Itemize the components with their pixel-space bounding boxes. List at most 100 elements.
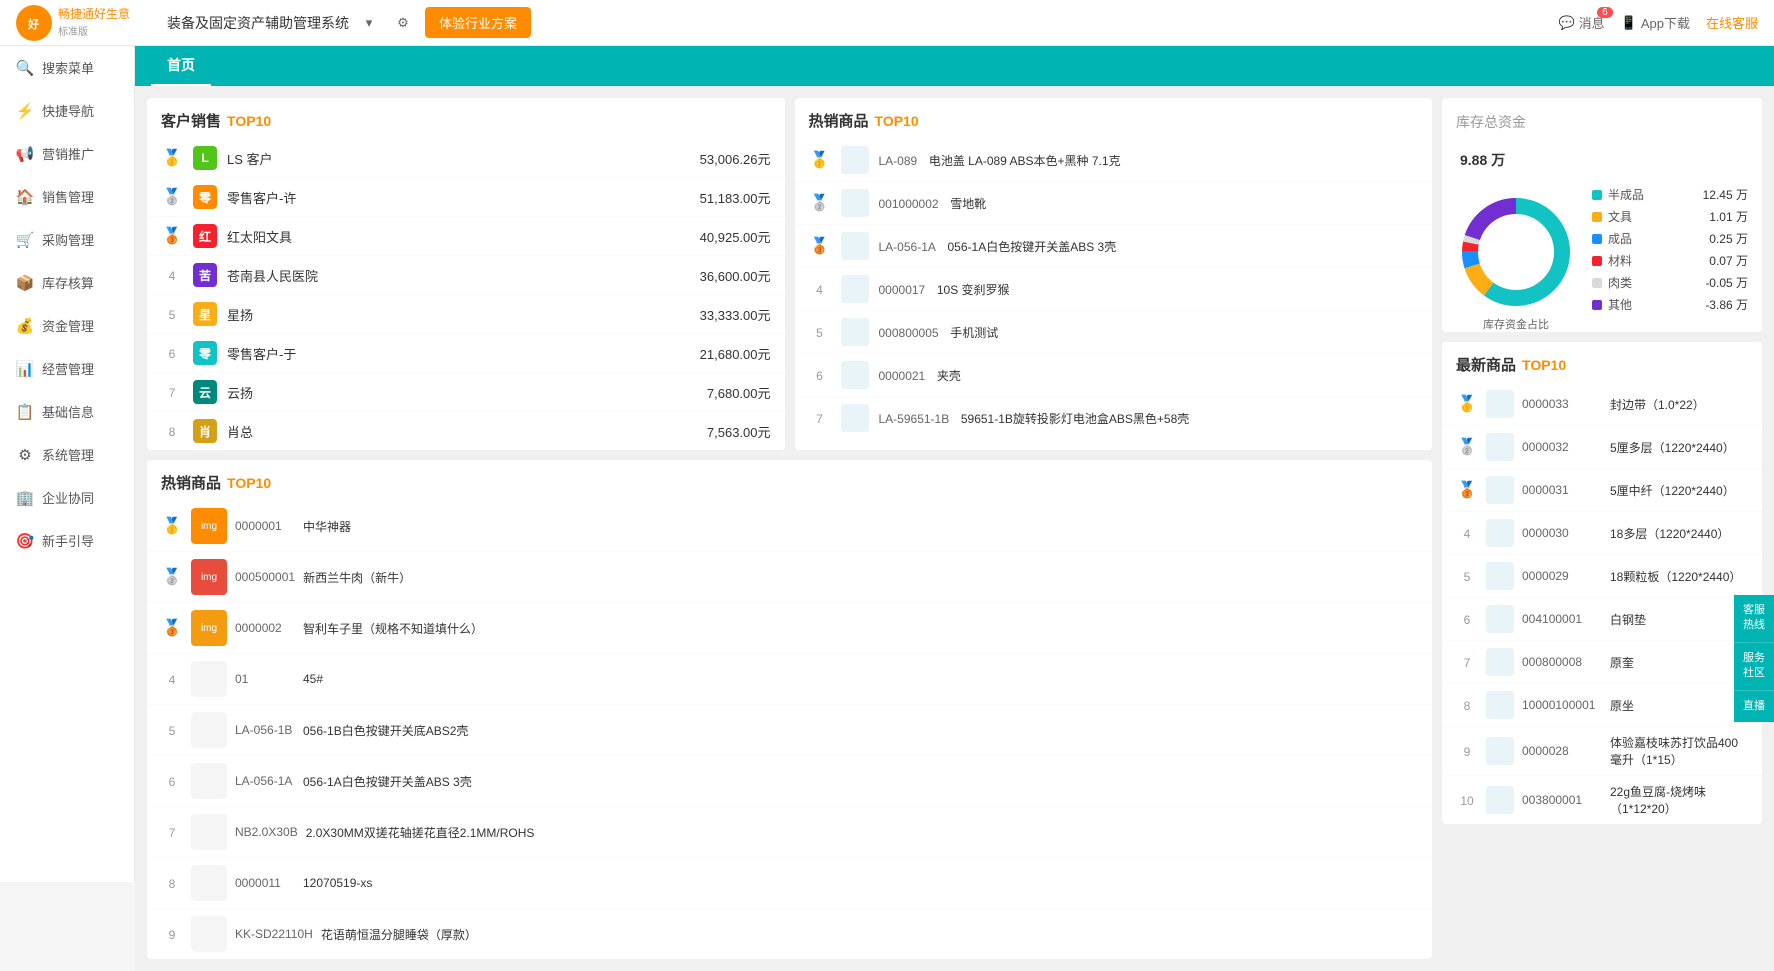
list-item: 6 0000021 夹壳 xyxy=(795,354,1433,397)
sidebar-label-enterprise: 企业协同 xyxy=(42,488,94,507)
hot-products-main-panel: 热销商品 TOP10 🥇 img 0000001 中华神器 🥈 img 0005… xyxy=(147,460,1432,959)
customer-amount: 21,680.00元 xyxy=(700,344,771,363)
product-info: 000800005 手机测试 xyxy=(879,324,1419,341)
product-name: 056-1A白色按键开关盖ABS 3壳 xyxy=(303,773,472,790)
product-img xyxy=(841,189,869,217)
rank-medal: 7 xyxy=(161,385,183,400)
marketing-icon: 📢 xyxy=(16,145,34,163)
list-item: 9 0000028 体验嘉枝味苏打饮品400毫升（1*15） xyxy=(1442,727,1762,776)
customer-amount: 51,183.00元 xyxy=(700,188,771,207)
float-action-button[interactable]: 直播 xyxy=(1734,691,1774,722)
sidebar-item-enterprise[interactable]: 🏢 企业协同 xyxy=(0,476,134,519)
rank-medal: 7 xyxy=(1456,655,1478,670)
product-code: LA-089 xyxy=(879,154,918,168)
sidebar-item-quicknav[interactable]: ⚡ 快捷导航 xyxy=(0,89,134,132)
product-img xyxy=(841,232,869,260)
table-row: 🥈 零 零售客户-许 51,183.00元 xyxy=(147,178,785,217)
sidebar-item-marketing[interactable]: 📢 营销推广 xyxy=(0,132,134,175)
sidebar-label-search: 搜索菜单 xyxy=(42,58,94,77)
list-item: 6 004100001 白钢垫 xyxy=(1442,598,1762,641)
product-name: 2.0X30MM双搓花轴搓花直径2.1MM/ROHS xyxy=(306,824,535,841)
sidebar-item-guide[interactable]: 🎯 新手引导 xyxy=(0,519,134,562)
hot-products-main-title: 热销商品 TOP10 xyxy=(147,460,1432,501)
system-dropdown-btn[interactable]: ▾ xyxy=(357,11,381,35)
sidebar-item-sales[interactable]: 🏠 销售管理 xyxy=(0,175,134,218)
product-img xyxy=(841,361,869,389)
sidebar-item-operation[interactable]: 📊 经营管理 xyxy=(0,347,134,390)
rank-medal: 🥉 xyxy=(809,236,831,256)
settings-icon[interactable]: ⚙ xyxy=(389,9,417,37)
rank-medal: 6 xyxy=(1456,612,1478,627)
sidebar-label-operation: 经营管理 xyxy=(42,359,94,378)
legend-value: -3.86 万 xyxy=(1688,296,1748,313)
rank-badge: 云 xyxy=(193,380,217,404)
sidebar-label-sales: 销售管理 xyxy=(42,187,94,206)
product-name: 雪地靴 xyxy=(950,197,986,211)
rank-medal: 8 xyxy=(161,876,183,891)
nav-tab-home[interactable]: 首页 xyxy=(151,46,211,86)
product-info: 0000002 智利车子里（规格不知道填什么） xyxy=(235,620,1418,637)
message-action[interactable]: 💬 消息 6 xyxy=(1558,13,1604,32)
product-info: 0000017 10S 变刹罗猴 xyxy=(879,281,1419,298)
customer-name: LS 客户 xyxy=(227,149,690,168)
rank-medal: 6 xyxy=(161,774,183,789)
donut-chart: 库存资金占比 xyxy=(1456,192,1576,312)
dashboard-content: 客户销售 TOP10 🥇 L LS 客户 53,006.26元 🥈 零 零售客户… xyxy=(135,86,1774,971)
legend-name: 肉类 xyxy=(1608,274,1682,291)
sidebar-item-finance[interactable]: 💰 资金管理 xyxy=(0,304,134,347)
rank-medal: 🥇 xyxy=(809,150,831,170)
float-action-button[interactable]: 服务 社区 xyxy=(1734,643,1774,691)
rank-badge: L xyxy=(193,146,217,170)
float-buttons: 客服 热线服务 社区直播 xyxy=(1734,595,1774,722)
rank-medal: 🥈 xyxy=(1456,437,1478,457)
app-header: 好 畅捷通好生意 标准版 装备及固定资产辅助管理系统 ▾ ⚙ 体验行业方案 💬 … xyxy=(0,0,1774,46)
list-item: 7 NB2.0X30B 2.0X30MM双搓花轴搓花直径2.1MM/ROHS xyxy=(147,807,1432,858)
product-thumbnail: img xyxy=(191,610,227,646)
list-item: 5 000800005 手机测试 xyxy=(795,311,1433,354)
customer-name: 云扬 xyxy=(227,383,697,402)
left-section: 客户销售 TOP10 🥇 L LS 客户 53,006.26元 🥈 零 零售客户… xyxy=(147,98,1432,959)
try-plan-button[interactable]: 体验行业方案 xyxy=(425,7,531,38)
rank-medal: 4 xyxy=(809,282,831,297)
new-products-panel: 最新商品 TOP10 🥇 0000033 封边带（1.0*22） 🥈 00000… xyxy=(1442,342,1762,824)
rank-medal: 🥇 xyxy=(161,148,183,168)
app-download-action[interactable]: 📱 App下载 xyxy=(1621,13,1690,32)
system-icon: ⚙ xyxy=(16,446,34,464)
product-name: 5厘中纤（1220*2440） xyxy=(1610,482,1748,499)
product-name: 056-1B白色按键开关底ABS2壳 xyxy=(303,722,468,739)
sidebar-item-search[interactable]: 🔍 搜索菜单 xyxy=(0,46,134,89)
product-img xyxy=(1486,562,1514,590)
list-item: 🥉 LA-056-1A 056-1A白色按键开关盖ABS 3壳 xyxy=(795,225,1433,268)
rank-medal: 🥇 xyxy=(161,516,183,536)
product-name: 白钢垫 xyxy=(1610,611,1748,628)
hot-products-side-title: 热销商品 TOP10 xyxy=(795,98,1433,139)
rank-badge: 苦 xyxy=(193,263,217,287)
rank-medal: 8 xyxy=(161,424,183,439)
sidebar-label-guide: 新手引导 xyxy=(42,531,94,550)
sidebar-item-system[interactable]: ⚙ 系统管理 xyxy=(0,433,134,476)
new-products-top: TOP10 xyxy=(1522,357,1566,373)
sidebar-item-basic[interactable]: 📋 基础信息 xyxy=(0,390,134,433)
quicknav-icon: ⚡ xyxy=(16,102,34,120)
sidebar-item-purchase[interactable]: 🛒 采购管理 xyxy=(0,218,134,261)
product-code: LA-056-1A xyxy=(879,240,936,254)
product-code: KK-SD22110H xyxy=(235,927,313,941)
legend-item: 肉类 -0.05 万 xyxy=(1592,274,1748,291)
product-img xyxy=(841,275,869,303)
rank-medal: 🥇 xyxy=(1456,394,1478,414)
basic-icon: 📋 xyxy=(16,403,34,421)
customer-rank-panel: 客户销售 TOP10 🥇 L LS 客户 53,006.26元 🥈 零 零售客户… xyxy=(147,98,785,450)
legend-color xyxy=(1592,212,1602,222)
product-code: 01 xyxy=(235,672,295,686)
table-row: 5 星 星扬 33,333.00元 xyxy=(147,295,785,334)
sidebar-item-inventory[interactable]: 📦 库存核算 xyxy=(0,261,134,304)
product-thumbnail xyxy=(191,865,227,901)
product-name: 花语萌恒温分腿睡袋（厚款） xyxy=(321,926,477,943)
list-item: 🥈 001000002 雪地靴 xyxy=(795,182,1433,225)
online-service[interactable]: 在线客服 xyxy=(1706,13,1758,32)
product-info: LA-056-1A 056-1A白色按键开关盖ABS 3壳 xyxy=(235,773,1418,790)
new-products-label: 最新商品 xyxy=(1456,354,1516,375)
customer-amount: 7,680.00元 xyxy=(707,383,771,402)
float-action-button[interactable]: 客服 热线 xyxy=(1734,595,1774,643)
inventory-title-text: 库存总资金 xyxy=(1456,112,1526,132)
